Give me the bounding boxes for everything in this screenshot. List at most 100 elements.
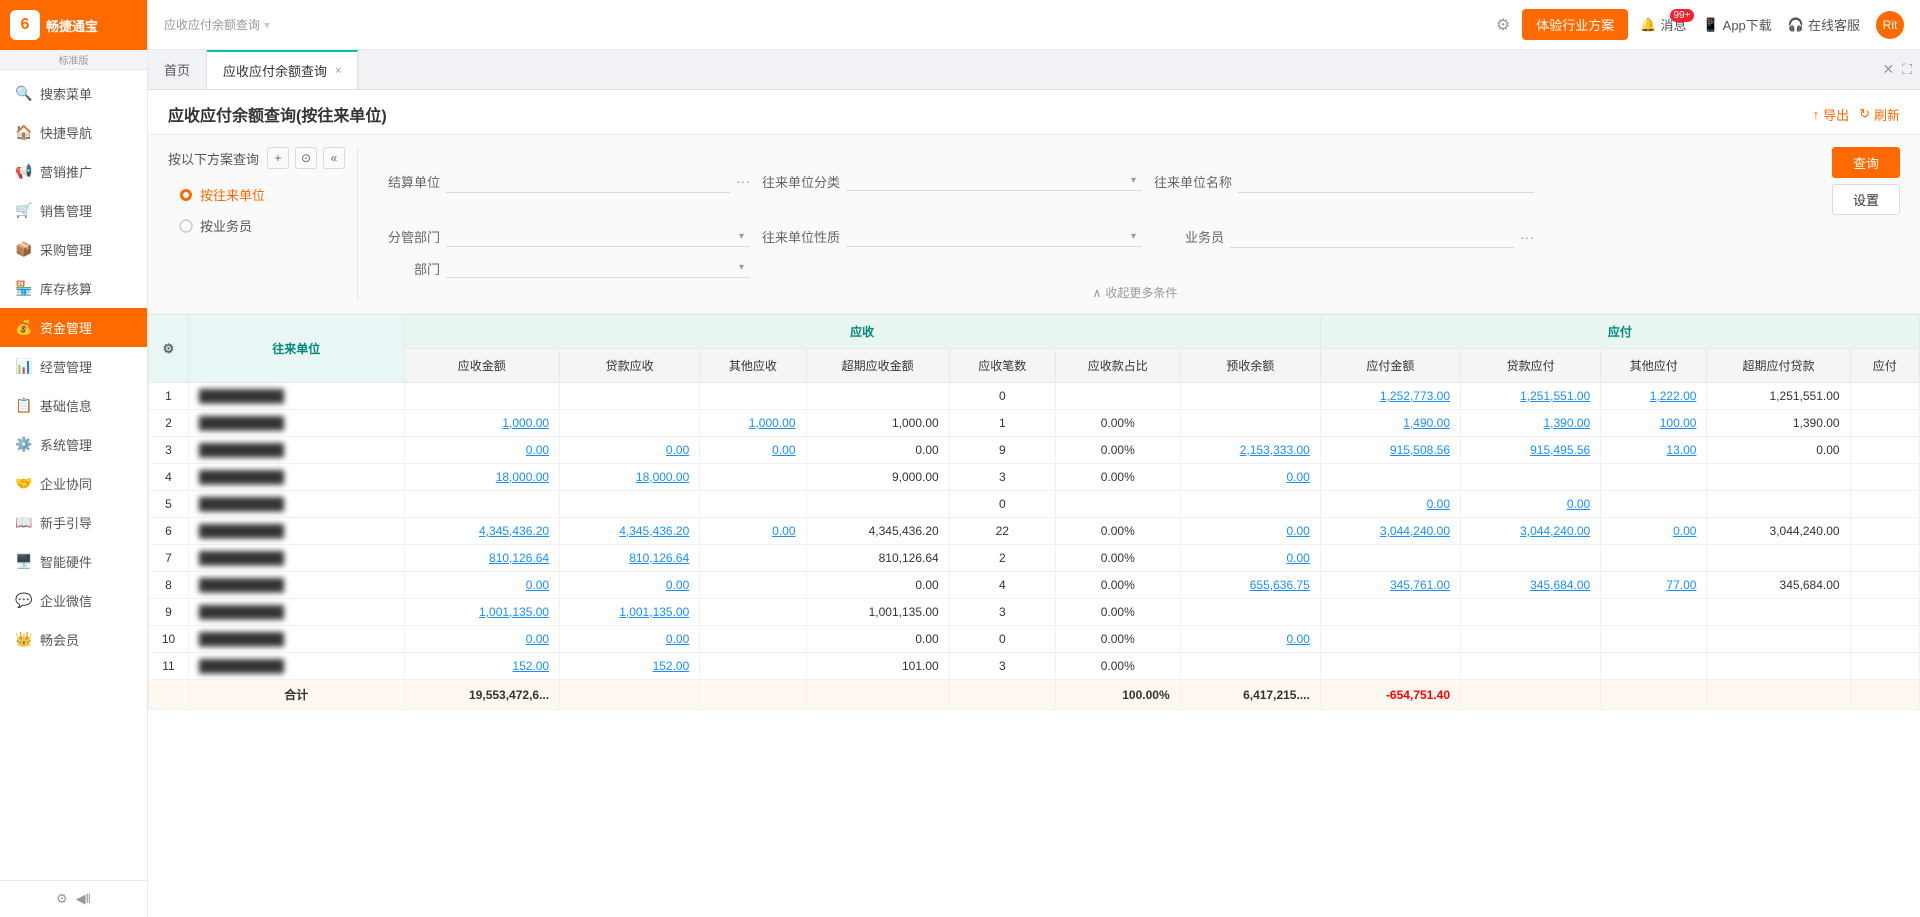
row-qtys[interactable] <box>700 383 806 410</box>
row-dkys[interactable]: 1,001,135.00 <box>560 599 700 626</box>
sidebar-item-member[interactable]: 👑 畅会员 <box>0 620 147 659</box>
active-tab[interactable]: 应收应付余额查询 × <box>207 50 358 89</box>
row-qtyf[interactable] <box>1601 626 1707 653</box>
sidebar-item-marketing[interactable]: 📢 营销推广 <box>0 152 147 191</box>
row-dkys[interactable]: 152.00 <box>560 653 700 680</box>
row-qtyf[interactable]: 1,222.00 <box>1601 383 1707 410</box>
row-ysje[interactable] <box>404 491 560 518</box>
query-button[interactable]: 查询 <box>1832 147 1900 178</box>
row-qtys[interactable] <box>700 599 806 626</box>
row-ysye[interactable]: 655,636.75 <box>1180 572 1320 599</box>
scheme-by-unit[interactable]: 按往来单位 <box>168 179 345 210</box>
row-dkys[interactable]: 0.00 <box>560 626 700 653</box>
row-dkys[interactable] <box>560 410 700 437</box>
row-dkyf[interactable]: 0.00 <box>1461 491 1601 518</box>
row-qtys[interactable] <box>700 491 806 518</box>
row-qtyf[interactable] <box>1601 464 1707 491</box>
row-yfje[interactable]: 915,508.56 <box>1320 437 1460 464</box>
sidebar-item-system[interactable]: ⚙️ 系统管理 <box>0 425 147 464</box>
sidebar-item-basic[interactable]: 📋 基础信息 <box>0 386 147 425</box>
row-qtyf[interactable] <box>1601 491 1707 518</box>
jiesuan-input[interactable] <box>446 170 730 193</box>
sidebar-item-hardware[interactable]: 🖥️ 智能硬件 <box>0 542 147 581</box>
row-qtys[interactable] <box>700 572 806 599</box>
row-ysye[interactable]: 0.00 <box>1180 518 1320 545</box>
row-dkyf[interactable]: 1,390.00 <box>1461 410 1601 437</box>
row-qtyf[interactable] <box>1601 653 1707 680</box>
row-yfje[interactable] <box>1320 653 1460 680</box>
wanglai-nature-select[interactable]: ▾ <box>846 227 1142 247</box>
row-ysje[interactable]: 0.00 <box>404 626 560 653</box>
row-dkyf[interactable] <box>1461 464 1601 491</box>
row-dkys[interactable] <box>560 383 700 410</box>
expand-btn[interactable]: ⛶ <box>1902 61 1912 78</box>
row-dkys[interactable]: 0.00 <box>560 572 700 599</box>
user-avatar[interactable]: Rit <box>1876 11 1904 39</box>
settings-col-header[interactable]: ⚙ <box>149 315 189 383</box>
wanglai-cat-select[interactable]: ▾ <box>846 171 1142 191</box>
close-tab-btn[interactable]: × <box>335 65 341 77</box>
scheme-by-staff[interactable]: 按业务员 <box>168 210 345 241</box>
row-yfje[interactable]: 0.00 <box>1320 491 1460 518</box>
row-yfje[interactable]: 1,490.00 <box>1320 410 1460 437</box>
close-window-btn[interactable]: ✕ <box>1882 61 1894 78</box>
row-qtys[interactable] <box>700 626 806 653</box>
row-qtys[interactable] <box>700 464 806 491</box>
sidebar-item-enterprise[interactable]: 🤝 企业协同 <box>0 464 147 503</box>
sidebar-item-purchase[interactable]: 📦 采购管理 <box>0 230 147 269</box>
wanglai-name-input[interactable] <box>1238 170 1534 193</box>
filter-add-btn[interactable]: + <box>267 147 289 169</box>
row-dkys[interactable]: 4,345,436.20 <box>560 518 700 545</box>
row-dkyf[interactable]: 915,495.56 <box>1461 437 1601 464</box>
row-ysye[interactable] <box>1180 383 1320 410</box>
table-settings-icon[interactable]: ⚙ <box>163 341 175 356</box>
row-qtys[interactable]: 0.00 <box>700 518 806 545</box>
dept-select[interactable]: ▾ <box>446 258 750 278</box>
row-yfje[interactable] <box>1320 464 1460 491</box>
row-ysje[interactable]: 4,345,436.20 <box>404 518 560 545</box>
online-service-btn[interactable]: 🎧 在线客服 <box>1788 15 1860 34</box>
row-yfje[interactable]: 345,761.00 <box>1320 572 1460 599</box>
row-ysje[interactable]: 810,126.64 <box>404 545 560 572</box>
salesperson-input[interactable] <box>1230 225 1514 248</box>
sidebar-item-search[interactable]: 🔍 搜索菜单 <box>0 74 147 113</box>
row-ysye[interactable]: 0.00 <box>1180 545 1320 572</box>
row-ysje[interactable]: 1,001,135.00 <box>404 599 560 626</box>
solution-button[interactable]: 体验行业方案 <box>1522 9 1628 40</box>
row-ysje[interactable]: 18,000.00 <box>404 464 560 491</box>
row-dkyf[interactable] <box>1461 653 1601 680</box>
export-button[interactable]: ↑ 导出 <box>1813 105 1850 124</box>
row-qtyf[interactable]: 0.00 <box>1601 518 1707 545</box>
row-qtyf[interactable] <box>1601 599 1707 626</box>
sidebar-item-quick-nav[interactable]: 🏠 快捷导航 <box>0 113 147 152</box>
row-dkyf[interactable]: 1,251,551.00 <box>1461 383 1601 410</box>
row-ysye[interactable] <box>1180 491 1320 518</box>
jiesuan-dots[interactable]: ··· <box>736 173 750 189</box>
sidebar-item-sales[interactable]: 🛒 销售管理 <box>0 191 147 230</box>
row-ysje[interactable]: 152.00 <box>404 653 560 680</box>
row-dkyf[interactable] <box>1461 545 1601 572</box>
row-ysye[interactable]: 0.00 <box>1180 626 1320 653</box>
sidebar-item-operation[interactable]: 📊 经营管理 <box>0 347 147 386</box>
sidebar-item-finance[interactable]: 💰 资金管理 <box>0 308 147 347</box>
row-yfje[interactable]: 3,044,240.00 <box>1320 518 1460 545</box>
row-yfje[interactable] <box>1320 599 1460 626</box>
row-dkys[interactable]: 18,000.00 <box>560 464 700 491</box>
row-yfje[interactable] <box>1320 545 1460 572</box>
row-qtyf[interactable]: 100.00 <box>1601 410 1707 437</box>
row-qtyf[interactable] <box>1601 545 1707 572</box>
row-ysje[interactable]: 1,000.00 <box>404 410 560 437</box>
row-qtyf[interactable]: 77.00 <box>1601 572 1707 599</box>
row-ysje[interactable]: 0.00 <box>404 572 560 599</box>
row-dkys[interactable]: 810,126.64 <box>560 545 700 572</box>
collapse-btn[interactable]: ∧ 收起更多条件 <box>1093 284 1178 301</box>
row-qtys[interactable] <box>700 653 806 680</box>
settings-icon[interactable]: ⚙ <box>1496 15 1510 35</box>
collapse-sidebar-btn[interactable]: ◀‖ <box>76 891 91 907</box>
sidebar-item-guide[interactable]: 📖 新手引导 <box>0 503 147 542</box>
row-qtyf[interactable]: 13.00 <box>1601 437 1707 464</box>
row-ysye[interactable] <box>1180 653 1320 680</box>
row-dkys[interactable] <box>560 491 700 518</box>
row-qtys[interactable] <box>700 545 806 572</box>
row-ysje[interactable] <box>404 383 560 410</box>
